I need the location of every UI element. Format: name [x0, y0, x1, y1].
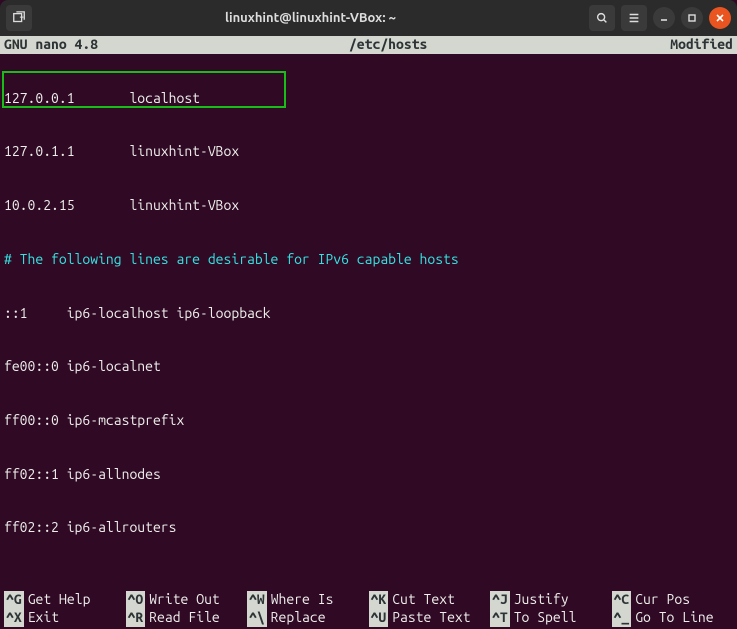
shortcut-row: ^XExit ^RRead File ^\Replace ^UPaste Tex… [4, 609, 733, 627]
shortcut-cur-pos[interactable]: ^CCur Pos [612, 591, 734, 609]
shortcut-replace[interactable]: ^\Replace [247, 609, 369, 627]
editor-area[interactable]: 127.0.0.1 localhost 127.0.1.1 linuxhint-… [0, 54, 737, 591]
hosts-line: ff02::1 ip6-allnodes [4, 466, 733, 484]
window-title: linuxhint@linuxhint-VBox: ~ [38, 11, 583, 25]
shortcut-go-to-line[interactable]: ^_Go To Line [612, 609, 734, 627]
hosts-line: 127.0.0.1 localhost [4, 90, 733, 108]
window-titlebar: linuxhint@linuxhint-VBox: ~ [0, 0, 737, 36]
hosts-line: ff02::2 ip6-allrouters [4, 519, 733, 537]
shortcut-exit[interactable]: ^XExit [4, 609, 126, 627]
hosts-line: 10.0.2.15 linuxhint-VBox [4, 197, 733, 215]
terminal[interactable]: GNU nano 4.8 /etc/hosts Modified 127.0.0… [0, 36, 737, 514]
hosts-line: ff00::0 ip6-mcastprefix [4, 412, 733, 430]
search-button[interactable] [589, 5, 615, 31]
shortcut-row: ^GGet Help ^OWrite Out ^WWhere Is ^KCut … [4, 591, 733, 609]
shortcut-get-help[interactable]: ^GGet Help [4, 591, 126, 609]
shortcut-cut-text[interactable]: ^KCut Text [369, 591, 491, 609]
nano-status: Modified [670, 36, 733, 54]
shortcut-to-spell[interactable]: ^TTo Spell [490, 609, 612, 627]
hosts-line: fe00::0 ip6-localnet [4, 358, 733, 376]
minimize-button[interactable] [653, 7, 675, 29]
menu-button[interactable] [621, 5, 647, 31]
nano-header: GNU nano 4.8 /etc/hosts Modified [0, 36, 737, 54]
shortcut-where-is[interactable]: ^WWhere Is [247, 591, 369, 609]
close-button[interactable] [709, 7, 731, 29]
shortcut-paste-text[interactable]: ^UPaste Text [369, 609, 491, 627]
hosts-comment: # The following lines are desirable for … [4, 251, 733, 269]
shortcut-justify[interactable]: ^JJustify [490, 591, 612, 609]
maximize-button[interactable] [681, 7, 703, 29]
shortcut-read-file[interactable]: ^RRead File [126, 609, 248, 627]
new-tab-button[interactable] [6, 5, 32, 31]
nano-app-name: GNU nano 4.8 [4, 36, 106, 54]
nano-shortcuts: ^GGet Help ^OWrite Out ^WWhere Is ^KCut … [0, 591, 737, 629]
shortcut-write-out[interactable]: ^OWrite Out [126, 591, 248, 609]
hosts-line: 127.0.1.1 linuxhint-VBox [4, 143, 733, 161]
nano-file-path: /etc/hosts [106, 36, 670, 54]
hosts-line: ::1 ip6-localhost ip6-loopback [4, 305, 733, 323]
